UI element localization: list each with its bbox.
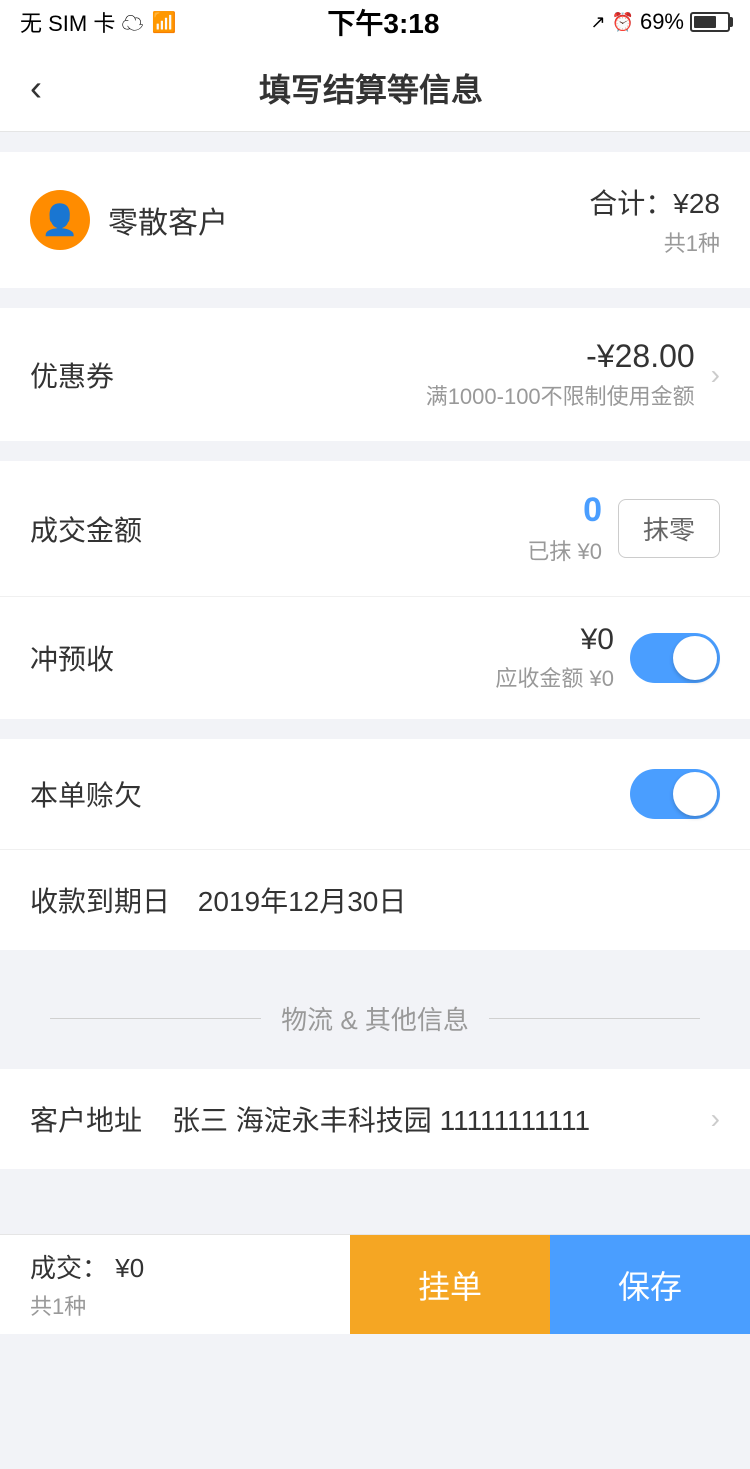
prepay-sub: 应收金额 ¥0: [495, 661, 614, 693]
coupon-section: 优惠券 -¥28.00 满1000-100不限制使用金额 ›: [0, 308, 750, 441]
prepay-amount: ¥0: [495, 623, 614, 657]
status-left: 无 SIM 卡 ☁ 📶: [20, 6, 176, 38]
sim-label: 无 SIM 卡 ☁: [20, 6, 143, 38]
prepay-toggle[interactable]: [630, 633, 720, 683]
hang-button[interactable]: 挂单: [350, 1235, 550, 1334]
round-off-button[interactable]: 抹零: [618, 499, 720, 558]
divider-3: [0, 719, 750, 739]
location-icon: ↗: [590, 12, 605, 33]
transaction-right: 0 已抹 ¥0 抹零: [527, 491, 720, 566]
logistics-header: 物流 & 其他信息: [0, 970, 750, 1067]
bottom-deal: 成交： ¥0: [30, 1248, 320, 1285]
address-chevron-icon: ›: [711, 1103, 720, 1135]
deal-amount: ¥0: [115, 1253, 144, 1283]
back-button[interactable]: ‹: [30, 60, 62, 116]
page-title: 填写结算等信息: [62, 65, 680, 111]
avatar-icon: 👤: [41, 203, 78, 238]
customer-total: 合计：¥28 共1种: [589, 182, 720, 258]
customer-left: 👤 零散客户: [30, 190, 228, 250]
transaction-section: 成交金额 0 已抹 ¥0 抹零 冲预收 ¥0 应收金额 ¥0: [0, 461, 750, 719]
coupon-discount: -¥28.00: [426, 338, 695, 375]
status-bar: 无 SIM 卡 ☁ 📶 下午3:18 ↗ ⏰ 69%: [0, 0, 750, 44]
due-date-value: 2019年12月30日: [198, 886, 407, 917]
customer-section: 👤 零散客户 合计：¥28 共1种: [0, 152, 750, 288]
battery-icon: [690, 12, 730, 32]
debt-section: 本单赊欠 收款到期日 2019年12月30日: [0, 739, 750, 950]
bottom-count: 共1种: [30, 1289, 320, 1321]
wifi-icon: 📶: [151, 10, 176, 35]
transaction-value-col: 0 已抹 ¥0: [527, 491, 602, 566]
logistics-title: 物流 & 其他信息: [281, 1000, 469, 1037]
customer-name: 零散客户: [108, 198, 228, 242]
transaction-row: 成交金额 0 已抹 ¥0 抹零: [0, 461, 750, 596]
logistics-line-right: [489, 1018, 700, 1019]
bottom-bar: 成交： ¥0 共1种 挂单 保存: [0, 1234, 750, 1334]
prepay-toggle-knob: [673, 636, 717, 680]
debt-label: 本单赊欠: [30, 774, 142, 814]
customer-row: 👤 零散客户 合计：¥28 共1种: [0, 152, 750, 288]
due-label-text: 收款到期日: [30, 886, 170, 917]
logistics-line-left: [50, 1018, 261, 1019]
coupon-value-col: -¥28.00 满1000-100不限制使用金额: [426, 338, 695, 411]
alarm-icon: ⏰: [612, 12, 634, 33]
battery-percent: 69%: [640, 9, 684, 35]
transaction-sub: 已抹 ¥0: [527, 534, 602, 566]
transaction-label: 成交金额: [30, 509, 150, 549]
due-date-row: 收款到期日 2019年12月30日: [0, 849, 750, 950]
status-right: ↗ ⏰ 69%: [590, 9, 730, 35]
prepay-right: ¥0 应收金额 ¥0: [495, 623, 720, 693]
address-section: 客户地址 张三 海淀永丰科技园 11111111111 ›: [0, 1069, 750, 1169]
status-time: 下午3:18: [327, 2, 439, 42]
coupon-label: 优惠券: [30, 355, 150, 395]
prepay-row: 冲预收 ¥0 应收金额 ¥0: [0, 596, 750, 719]
debt-row: 本单赊欠: [0, 739, 750, 849]
total-count: 共1种: [589, 226, 720, 258]
divider-4: [0, 950, 750, 970]
total-amount: 合计：¥28: [589, 182, 720, 222]
save-button[interactable]: 保存: [550, 1235, 750, 1334]
debt-toggle[interactable]: [630, 769, 720, 819]
prepay-amount-col: ¥0 应收金额 ¥0: [495, 623, 614, 693]
coupon-chevron-icon: ›: [711, 359, 720, 391]
transaction-amount[interactable]: 0: [527, 491, 602, 530]
due-date-label: 收款到期日 2019年12月30日: [30, 886, 406, 917]
prepay-label: 冲预收: [30, 638, 114, 678]
coupon-right: -¥28.00 满1000-100不限制使用金额 ›: [426, 338, 720, 411]
coupon-row[interactable]: 优惠券 -¥28.00 满1000-100不限制使用金额 ›: [0, 308, 750, 441]
avatar: 👤: [30, 190, 90, 250]
divider-2: [0, 441, 750, 461]
deal-label: 成交：: [30, 1253, 108, 1283]
divider-1: [0, 288, 750, 308]
address-value: 张三 海淀永丰科技园 11111111111: [172, 1099, 681, 1139]
debt-toggle-knob: [673, 772, 717, 816]
nav-bar: ‹ 填写结算等信息: [0, 44, 750, 132]
coupon-subtext: 满1000-100不限制使用金额: [426, 379, 695, 411]
address-row[interactable]: 客户地址 张三 海淀永丰科技园 11111111111 ›: [0, 1069, 750, 1169]
address-label: 客户地址: [30, 1099, 142, 1139]
bottom-summary: 成交： ¥0 共1种: [0, 1248, 350, 1321]
